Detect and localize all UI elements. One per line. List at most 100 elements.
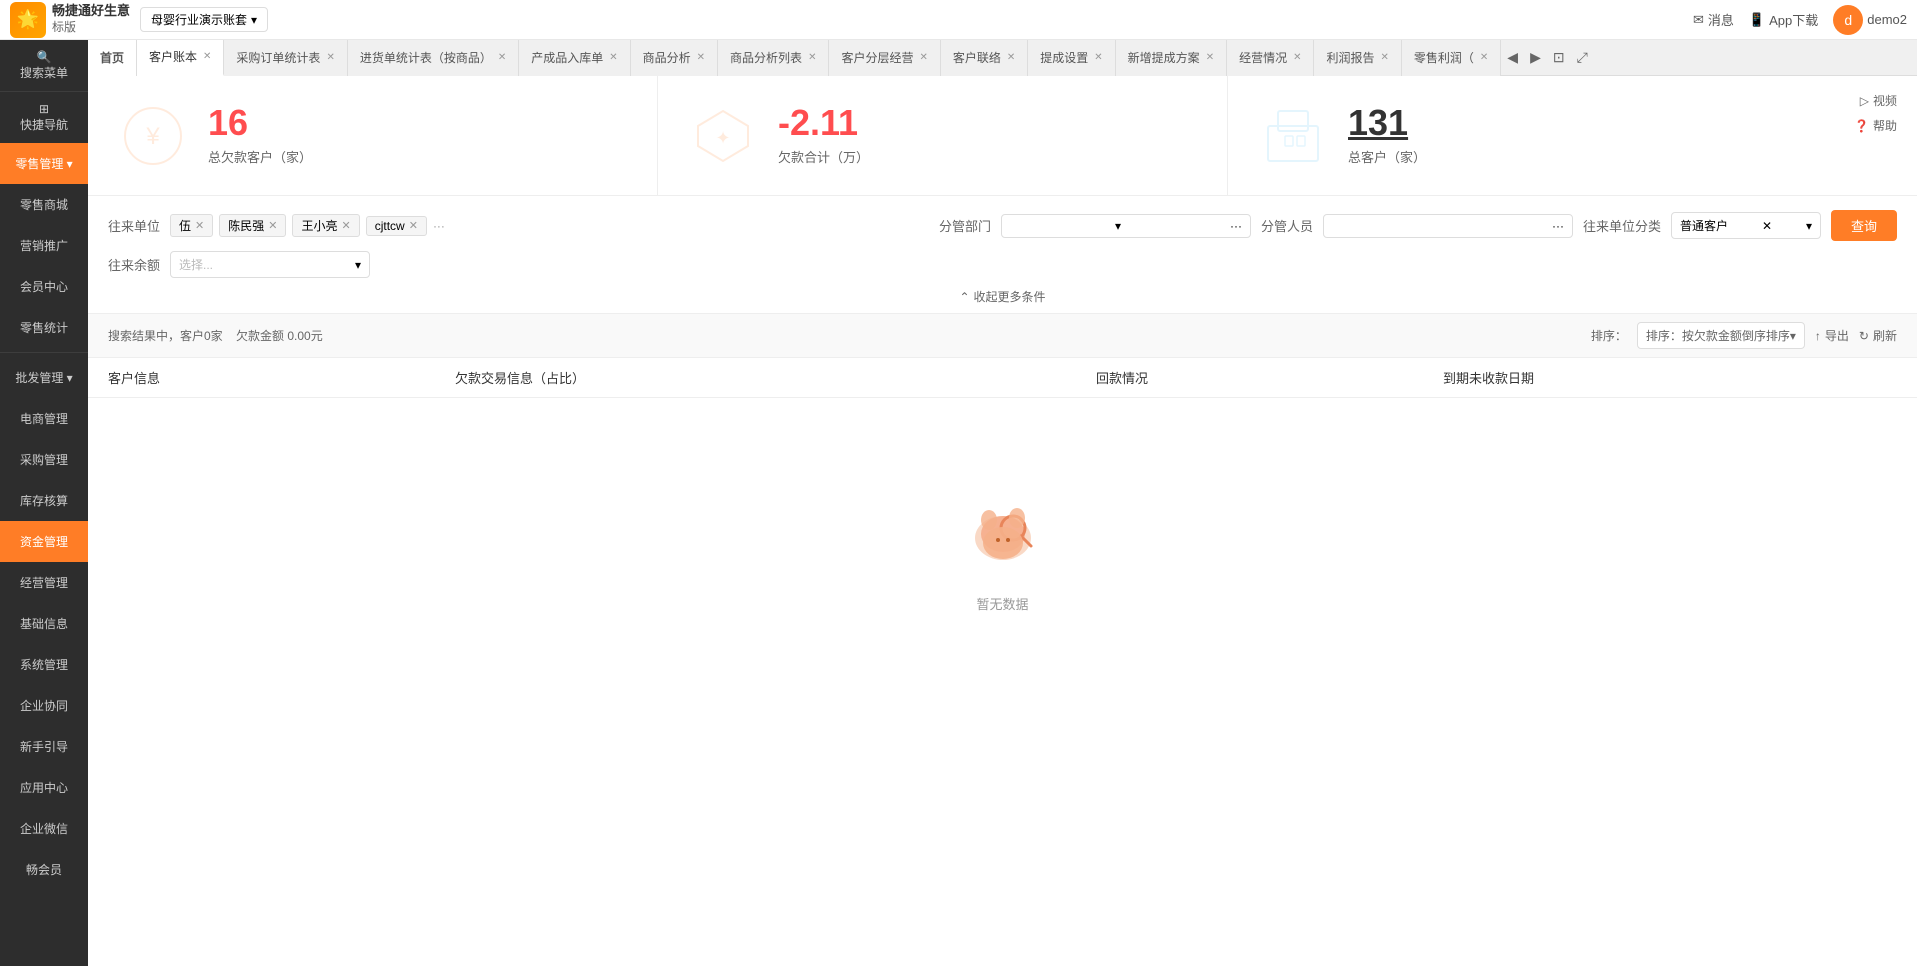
- filter-tag-cjttcw[interactable]: cjttcw ✕: [366, 216, 427, 236]
- sidebar-item-member[interactable]: 会员中心: [0, 266, 88, 307]
- tab-customer-seg[interactable]: 客户分层经营 ✕: [829, 40, 940, 76]
- tab-close-goods-analysis[interactable]: ✕: [697, 52, 705, 63]
- sidebar-item-ecommerce[interactable]: 电商管理: [0, 398, 88, 439]
- sidebar-item-basic-info[interactable]: 基础信息: [0, 603, 88, 644]
- filter-dept-dropdown[interactable]: ▾ ···: [1001, 214, 1251, 238]
- tab-bar: 首页 客户账本 ✕ 采购订单统计表 ✕ 进货单统计表（按商品） ✕ 产成品入库单…: [88, 40, 1917, 76]
- tab-close-customer-seg[interactable]: ✕: [919, 52, 927, 63]
- sidebar-item-retail-mall[interactable]: 零售商城: [0, 184, 88, 225]
- more-icon-person: ···: [1552, 219, 1564, 233]
- tab-close-operations[interactable]: ✕: [1293, 52, 1301, 63]
- tab-profit-report[interactable]: 利润报告 ✕: [1314, 40, 1401, 76]
- query-button[interactable]: 查询: [1831, 210, 1897, 241]
- chevron-down-icon-dept: ▾: [1115, 219, 1121, 233]
- sidebar-item-inventory[interactable]: 库存核算: [0, 480, 88, 521]
- tab-new-raise[interactable]: 新增提成方案 ✕: [1116, 40, 1227, 76]
- account-selector[interactable]: 母婴行业演示账套 ▾: [140, 7, 268, 32]
- filter-more-tags[interactable]: ···: [433, 219, 445, 233]
- chevron-up-icon: ⌃: [959, 290, 969, 304]
- tag-close-chen[interactable]: ✕: [268, 219, 277, 232]
- logo-area: 🌟 畅捷通好生意 标版: [10, 2, 130, 38]
- sidebar-quick-nav[interactable]: ⊞ 快捷导航: [0, 92, 88, 143]
- filter-unit-class-dropdown[interactable]: 普通客户 ✕ ▾: [1671, 212, 1821, 239]
- tab-close-raise-settings[interactable]: ✕: [1094, 52, 1102, 63]
- sidebar-item-wholesale[interactable]: 批发管理 ▾: [0, 357, 88, 398]
- export-btn[interactable]: ↑ 导出: [1815, 327, 1849, 344]
- tab-goods-analysis-list[interactable]: 商品分析列表 ✕: [718, 40, 829, 76]
- user-avatar-btn[interactable]: d demo2: [1833, 5, 1907, 35]
- filter-row-1: 往来单位 伍 ✕ 陈民强 ✕ 王小亮: [108, 210, 1897, 241]
- tab-close-purchase-orders[interactable]: ✕: [326, 52, 334, 63]
- tab-close-new-raise[interactable]: ✕: [1206, 52, 1214, 63]
- sidebar-item-enterprise-coop[interactable]: 企业协同: [0, 685, 88, 726]
- filter-person-dropdown[interactable]: ···: [1323, 214, 1573, 238]
- tag-close-wang[interactable]: ✕: [342, 219, 351, 232]
- sidebar-divider-1: [0, 352, 88, 353]
- help-link[interactable]: ❓ 帮助: [1854, 117, 1897, 134]
- tab-operations[interactable]: 经营情况 ✕: [1227, 40, 1314, 76]
- tab-close-profit-report[interactable]: ✕: [1381, 52, 1389, 63]
- sidebar-search[interactable]: 🔍 搜索菜单: [0, 40, 88, 92]
- message-btn[interactable]: ✉ 消息: [1693, 10, 1734, 29]
- col-repayment: 回款情况: [1076, 358, 1423, 398]
- sidebar-item-purchase[interactable]: 采购管理: [0, 439, 88, 480]
- sidebar-item-vip[interactable]: 畅会员: [0, 849, 88, 890]
- tab-scroll-left[interactable]: ◀: [1501, 49, 1524, 66]
- tab-retail-profit[interactable]: 零售利润（ ✕: [1402, 40, 1501, 76]
- logo-text: 畅捷通好生意 标版: [52, 3, 130, 35]
- filter-tag-chen[interactable]: 陈民强 ✕: [219, 214, 286, 237]
- tab-home[interactable]: 首页: [88, 40, 137, 76]
- filter-unit-label: 往来单位: [108, 216, 160, 235]
- filter-tag-wu[interactable]: 伍 ✕: [170, 214, 213, 237]
- tab-close-accounts[interactable]: ✕: [203, 51, 211, 62]
- sidebar-item-new-guide[interactable]: 新手引导: [0, 726, 88, 767]
- svg-text:¥: ¥: [145, 123, 160, 150]
- filter-tag-wang[interactable]: 王小亮 ✕: [292, 214, 359, 237]
- search-summary: 搜索结果中，客户0家 欠款金额 0.00元: [108, 327, 323, 344]
- tab-customer-contact[interactable]: 客户联络 ✕: [941, 40, 1028, 76]
- tab-raise-settings[interactable]: 提成设置 ✕: [1028, 40, 1115, 76]
- svg-text:✦: ✦: [715, 128, 730, 148]
- stat-value-debt: -2.11: [778, 105, 869, 141]
- sidebar-item-wechat[interactable]: 企业微信: [0, 808, 88, 849]
- stat-label-customers: 总欠款客户（家）: [208, 147, 312, 166]
- stats-section: ¥ 16 总欠款客户（家） ✦: [88, 76, 1917, 196]
- unit-class-tag-close[interactable]: ✕: [1762, 219, 1772, 233]
- tag-close-cjttcw[interactable]: ✕: [409, 219, 418, 232]
- sidebar-item-marketing[interactable]: 营销推广: [0, 225, 88, 266]
- stat-value-total[interactable]: 131: [1348, 105, 1426, 141]
- sidebar-item-operations[interactable]: 经营管理: [0, 562, 88, 603]
- top-bar: 🌟 畅捷通好生意 标版 母婴行业演示账套 ▾ ✉ 消息 📱 App下载 d de…: [0, 0, 1917, 40]
- chevron-down-icon-balance: ▾: [355, 258, 361, 272]
- tab-close-customer-contact[interactable]: ✕: [1007, 52, 1015, 63]
- filter-tags-unit: 伍 ✕ 陈民强 ✕ 王小亮 ✕: [170, 214, 929, 237]
- tab-goods-analysis[interactable]: 商品分析 ✕: [631, 40, 718, 76]
- sidebar-item-retail[interactable]: 零售管理 ▾: [0, 143, 88, 184]
- tab-accounts[interactable]: 客户账本 ✕: [137, 40, 224, 76]
- data-table: 客户信息 欠款交易信息（占比） 回款情况 到期未收款日期: [88, 358, 1917, 398]
- tab-close-goods-analysis-list[interactable]: ✕: [808, 52, 816, 63]
- sidebar-item-finance[interactable]: 资金管理: [0, 521, 88, 562]
- sidebar-item-retail-stat[interactable]: 零售统计: [0, 307, 88, 348]
- tag-close-wu[interactable]: ✕: [195, 219, 204, 232]
- filter-balance-dropdown[interactable]: 选择... ▾: [170, 251, 370, 278]
- sidebar-item-app-center[interactable]: 应用中心: [0, 767, 88, 808]
- col-customer-info: 客户信息: [88, 358, 435, 398]
- video-link[interactable]: ▷ 视频: [1860, 92, 1897, 109]
- tab-fullscreen[interactable]: ⤢: [1571, 49, 1594, 66]
- tab-maximize[interactable]: ⊡: [1547, 49, 1571, 66]
- app-download-btn[interactable]: 📱 App下载: [1749, 10, 1818, 29]
- filter-unit-class-label: 往来单位分类: [1583, 216, 1661, 235]
- sort-dropdown[interactable]: 排序：按欠款金额倒序排序 ▾: [1637, 322, 1805, 349]
- collapse-btn[interactable]: ⌃ 收起更多条件: [108, 288, 1897, 305]
- tab-production[interactable]: 产成品入库单 ✕: [519, 40, 630, 76]
- tab-scroll-right[interactable]: ▶: [1524, 49, 1547, 66]
- sidebar-item-system[interactable]: 系统管理: [0, 644, 88, 685]
- tab-close-retail-profit[interactable]: ✕: [1480, 52, 1488, 63]
- tab-close-purchase-stat[interactable]: ✕: [498, 52, 506, 63]
- refresh-btn[interactable]: ↻ 刷新: [1859, 327, 1897, 344]
- tab-purchase-orders[interactable]: 采购订单统计表 ✕: [224, 40, 347, 76]
- tab-purchase-stat[interactable]: 进货单统计表（按商品） ✕: [348, 40, 519, 76]
- col-debt-info: 欠款交易信息（占比）: [435, 358, 1076, 398]
- tab-close-production[interactable]: ✕: [609, 52, 617, 63]
